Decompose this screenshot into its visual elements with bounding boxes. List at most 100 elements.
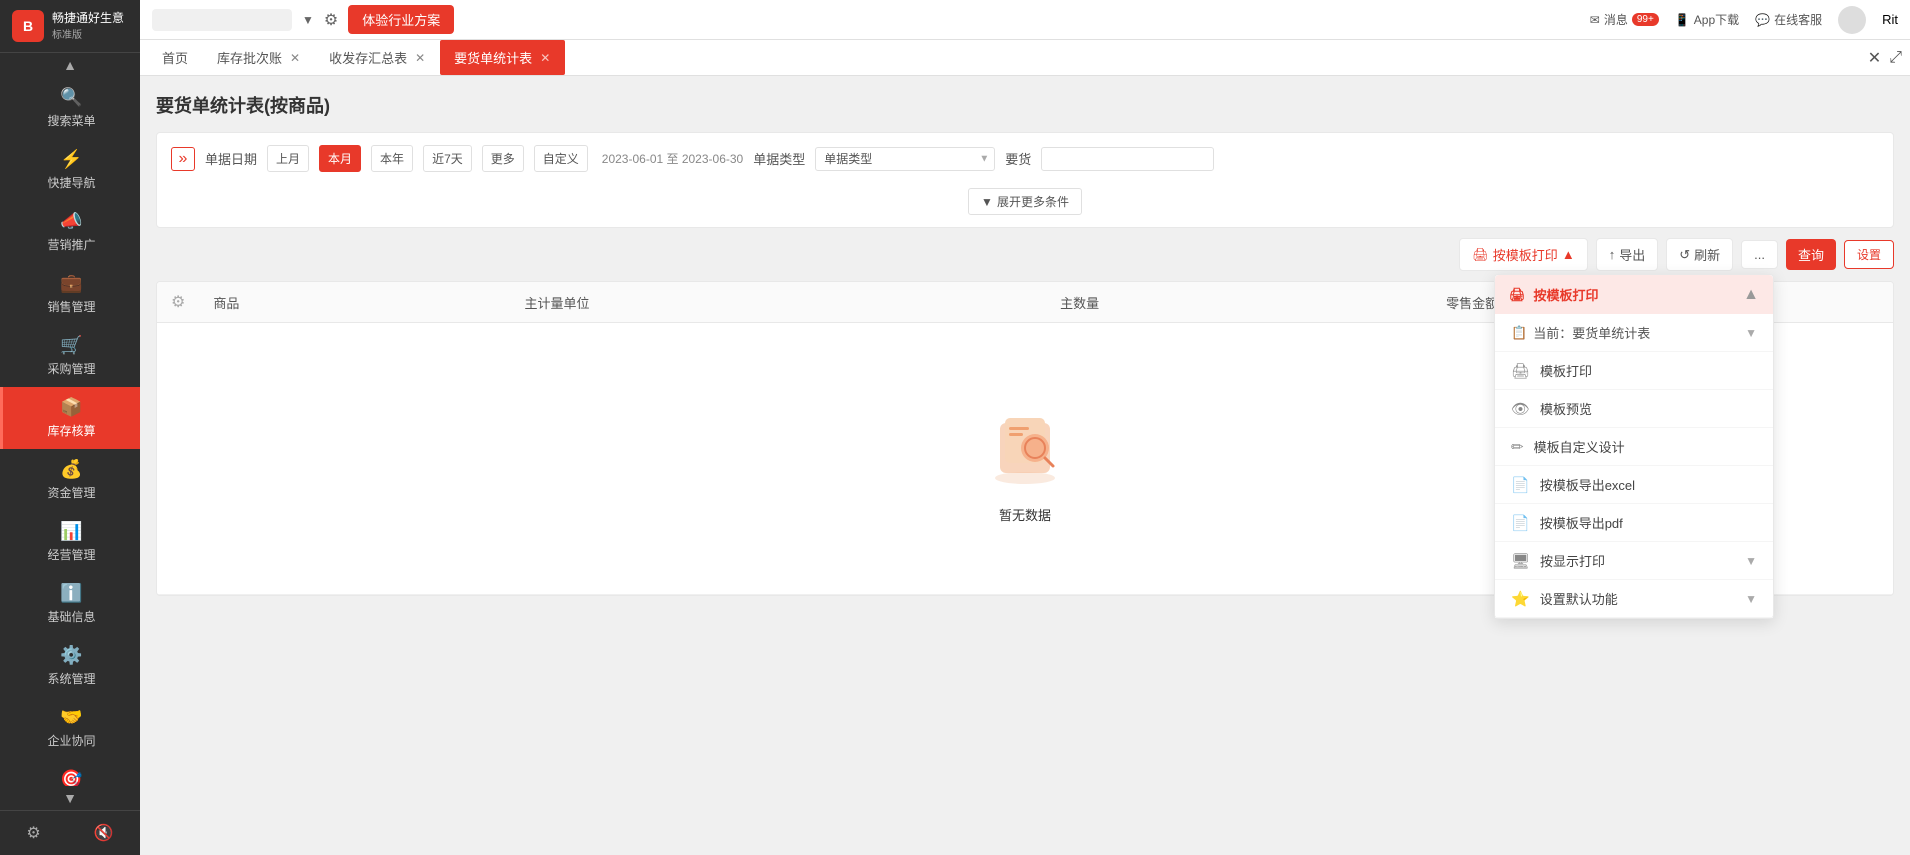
template-design-item[interactable]: ✏ 模板自定义设计 — [1495, 428, 1773, 466]
refresh-btn[interactable]: ↺ 刷新 — [1666, 238, 1733, 271]
print-dropdown-close-btn[interactable]: ▲ — [1743, 286, 1759, 304]
scroll-down-button[interactable]: ▼ — [0, 786, 140, 810]
print-header-icon: 🖨 — [1509, 287, 1526, 303]
table-settings-btn[interactable]: 设置 — [1844, 240, 1894, 269]
current-icon: 📋 — [1511, 325, 1527, 341]
search-label: 搜索菜单 — [47, 112, 95, 129]
industry-btn[interactable]: 体验行业方案 — [348, 5, 454, 34]
template-preview-icon: 👁 — [1511, 400, 1530, 418]
expand-more-btn[interactable]: ▼ 展开更多条件 — [968, 188, 1082, 215]
date-btn-7days[interactable]: 近7天 — [423, 145, 472, 172]
gear-icon[interactable]: ⚙ — [171, 294, 185, 311]
sidebar-item-search[interactable]: 🔍 搜索菜单 — [0, 77, 140, 139]
logo-text-area: 畅捷通好生意 标准版 — [52, 11, 124, 42]
system-label: 系统管理 — [47, 670, 95, 687]
dropdown-btn[interactable]: ▼ — [302, 13, 314, 27]
template-excel-item[interactable]: 📄 按模板导出excel — [1495, 466, 1773, 504]
export-icon: ↑ — [1609, 247, 1616, 262]
sidebar-item-purchase[interactable]: 🛒采购管理 — [0, 325, 140, 387]
type-select[interactable]: 单据类型 — [815, 147, 995, 171]
tab-close-all-btn[interactable]: ✕ — [1868, 48, 1881, 68]
sidebar-item-cooperation[interactable]: 🤝企业协同 — [0, 697, 140, 759]
current-tag: 📋 当前：要货单统计表 — [1511, 323, 1650, 342]
template-print-item[interactable]: 🖨 模板打印 — [1495, 352, 1773, 390]
print-current-item[interactable]: 📋 当前：要货单统计表 ▼ — [1495, 314, 1773, 352]
operations-label: 经营管理 — [47, 546, 95, 563]
goods-filter-input[interactable] — [1041, 147, 1214, 171]
message-btn[interactable]: ✉ 消息 99+ — [1590, 11, 1659, 28]
sidebar-item-system[interactable]: ⚙️系统管理 — [0, 635, 140, 697]
tab-batch-account[interactable]: 库存批次账 ✕ — [203, 40, 315, 75]
empty-text: 暂无数据 — [999, 505, 1051, 524]
template-preview-item[interactable]: 👁 模板预览 — [1495, 390, 1773, 428]
quick-nav-label: 快捷导航 — [47, 174, 95, 191]
more-btn[interactable]: ... — [1741, 240, 1778, 269]
filter-toggle-btn[interactable]: » — [171, 147, 195, 171]
sidebar-bottom: ⚙ 🔇 — [0, 810, 140, 855]
display-print-arrow: ▼ — [1745, 554, 1757, 568]
tab-maximize-btn[interactable]: ⤢ — [1889, 49, 1902, 67]
tabbar: 首页 库存批次账 ✕ 收发存汇总表 ✕ 要货单统计表 ✕ ✕ ⤢ — [140, 40, 1910, 76]
default-func-item[interactable]: ⭐ 设置默认功能 ▼ — [1495, 580, 1773, 618]
display-print-icon: 🖥 — [1511, 552, 1530, 570]
export-btn[interactable]: ↑ 导出 — [1596, 238, 1659, 271]
col-goods: 商品 — [199, 282, 510, 323]
date-btn-this-year[interactable]: 本年 — [371, 145, 413, 172]
sidebar-item-sales[interactable]: 💼销售管理 — [0, 263, 140, 325]
topbar-settings-btn[interactable]: ⚙ — [324, 10, 338, 30]
cooperation-label: 企业协同 — [47, 732, 95, 749]
date-btn-more[interactable]: 更多 — [482, 145, 524, 172]
print-arrow-icon: ▲ — [1562, 247, 1575, 262]
goods-filter-label: 要货 — [1005, 149, 1031, 168]
inventory-icon: 📦 — [60, 397, 82, 418]
template-excel-icon: 📄 — [1511, 476, 1530, 494]
finance-label: 资金管理 — [47, 484, 95, 501]
sidebar-item-guide[interactable]: 🎯新手引导 — [0, 759, 140, 786]
quick-nav-icon: ⚡ — [60, 149, 82, 170]
page-content: 要货单统计表(按商品) » 单据日期 上月 本月 本年 近7天 更多 自定义 2… — [140, 76, 1910, 855]
message-label: 消息 — [1604, 11, 1628, 28]
settings-icon[interactable]: ⚙ — [22, 819, 44, 847]
template-pdf-icon: 📄 — [1511, 514, 1530, 532]
sidebar-nav: 🔍 搜索菜单 ⚡ 快捷导航 📣营销推广💼销售管理🛒采购管理📦库存核算💰资金管理📊经营管理… — [0, 77, 140, 786]
sidebar-item-quick-nav[interactable]: ⚡ 快捷导航 — [0, 139, 140, 201]
search-icon: 🔍 — [60, 87, 82, 108]
toolbar: 🖨 按模板打印 ▲ ↑ 导出 ↺ 刷新 ... 查询 设置 — [156, 238, 1894, 271]
scroll-up-button[interactable]: ▲ — [0, 53, 140, 77]
empty-icon — [975, 393, 1075, 493]
print-template-btn[interactable]: 🖨 按模板打印 ▲ — [1459, 238, 1587, 271]
page-title: 要货单统计表(按商品) — [156, 92, 1894, 118]
display-print-item[interactable]: 🖥 按显示打印 ▼ — [1495, 542, 1773, 580]
sidebar-item-inventory[interactable]: 📦库存核算 — [0, 387, 140, 449]
template-design-icon: ✏ — [1511, 438, 1524, 456]
tab-collection-summary-close[interactable]: ✕ — [415, 51, 425, 65]
sidebar-item-basic-info[interactable]: ℹ️基础信息 — [0, 573, 140, 635]
date-btn-last-month[interactable]: 上月 — [267, 145, 309, 172]
search-input[interactable] — [152, 9, 292, 31]
sidebar-item-operations[interactable]: 📊经营管理 — [0, 511, 140, 573]
print-dropdown-header: 🖨 按模板打印 ▲ — [1495, 275, 1773, 314]
avatar[interactable] — [1838, 6, 1866, 34]
tab-home[interactable]: 首页 — [148, 40, 203, 75]
mute-icon[interactable]: 🔇 — [90, 819, 118, 847]
marketing-label: 营销推广 — [47, 236, 95, 253]
online-service-btn[interactable]: 💬 在线客服 — [1755, 11, 1822, 28]
col-qty: 主数量 — [1046, 282, 1432, 323]
tab-collection-summary[interactable]: 收发存汇总表 ✕ — [315, 40, 440, 75]
purchase-label: 采购管理 — [47, 360, 95, 377]
template-print-label: 模板打印 — [1540, 361, 1592, 380]
tab-batch-account-close[interactable]: ✕ — [290, 51, 300, 65]
date-btn-this-month[interactable]: 本月 — [319, 145, 361, 172]
query-btn[interactable]: 查询 — [1786, 239, 1836, 270]
tab-order-summary[interactable]: 要货单统计表 ✕ — [440, 40, 565, 75]
app-download-btn[interactable]: 📱 App下载 — [1675, 11, 1739, 28]
template-pdf-item[interactable]: 📄 按模板导出pdf — [1495, 504, 1773, 542]
sidebar-item-finance[interactable]: 💰资金管理 — [0, 449, 140, 511]
print-dropdown-title: 按模板打印 — [1534, 285, 1599, 304]
tab-order-summary-close[interactable]: ✕ — [540, 51, 550, 65]
type-filter-label: 单据类型 — [753, 149, 805, 168]
date-btn-custom[interactable]: 自定义 — [534, 145, 588, 172]
print-label: 按模板打印 — [1493, 245, 1558, 264]
sidebar-item-marketing[interactable]: 📣营销推广 — [0, 201, 140, 263]
default-func-label: 设置默认功能 — [1540, 589, 1618, 608]
